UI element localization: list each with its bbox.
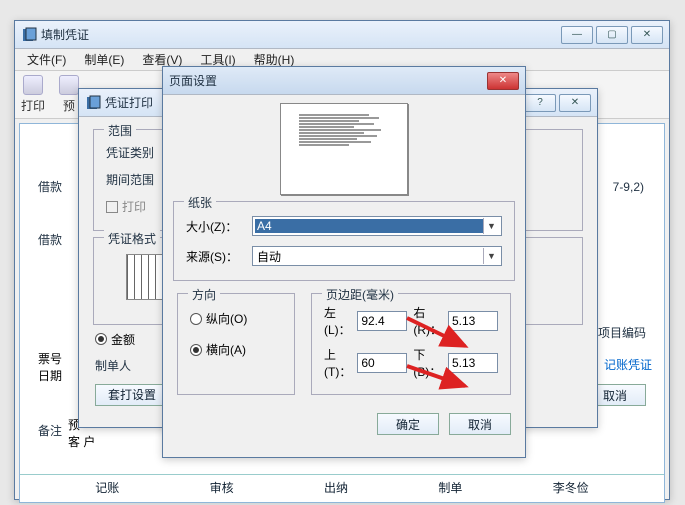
billno-label: 票号 [38, 352, 62, 366]
page-close-button[interactable]: ✕ [487, 72, 519, 90]
landscape-radio[interactable]: 横向(A) [190, 341, 246, 358]
print-close-button[interactable]: ✕ [559, 94, 591, 112]
app-icon [21, 27, 37, 43]
foot-make: 制单 [438, 479, 462, 496]
format-legend: 凭证格式 [104, 230, 160, 247]
period-label: 期间范围 [106, 171, 166, 188]
ok-button[interactable]: 确定 [377, 413, 439, 435]
printer-icon [23, 75, 43, 95]
page-title: 页面设置 [169, 72, 487, 89]
size-select[interactable]: A4 ▼ [252, 216, 502, 236]
amount-radio[interactable]: 金额 [95, 331, 135, 348]
print-help-button[interactable]: ? [524, 94, 556, 112]
memo-label: 备注 [38, 422, 62, 444]
foot-name[interactable]: 李冬俭 [553, 479, 589, 496]
range-code: 7-9,2) [613, 180, 644, 194]
top-label: 上(T)： [324, 346, 351, 380]
main-titlebar: 填制凭证 — ▢ ✕ [15, 21, 669, 49]
foot-post: 记账 [95, 479, 119, 496]
foot-audit: 审核 [210, 479, 234, 496]
source-label: 来源(S)： [186, 248, 252, 265]
portrait-radio[interactable]: 纵向(O) [190, 310, 247, 327]
right-label: 右(R)： [413, 304, 442, 338]
foot-cash: 出纳 [324, 479, 348, 496]
close-button[interactable]: ✕ [631, 26, 663, 44]
margin-fieldset: 页边距(毫米) 左(L)： 右(R)： 上(T)： 下(B)： [311, 293, 511, 395]
preview-icon [59, 75, 79, 95]
setprint-button[interactable]: 套打设置 [95, 384, 169, 406]
print-checkbox[interactable]: 打印 [106, 198, 146, 215]
top-input[interactable] [357, 353, 407, 373]
page-preview [280, 103, 408, 195]
footer-bar: 记账 审核 出纳 制单 李冬俭 [20, 474, 664, 500]
page-titlebar: 页面设置 ✕ [163, 67, 525, 95]
maker-label: 制单人 [95, 357, 155, 374]
left-label: 左(L)： [324, 304, 351, 338]
chevron-down-icon: ▼ [483, 218, 499, 234]
app-icon [85, 95, 101, 111]
proj-label: 项目编码 [598, 324, 646, 341]
right-input[interactable] [448, 311, 498, 331]
cancel-button[interactable]: 取消 [449, 413, 511, 435]
voucher-link[interactable]: 记账凭证 [604, 356, 652, 373]
maximize-button[interactable]: ▢ [596, 26, 628, 44]
tool-print[interactable]: 打印 [21, 75, 45, 114]
size-label: 大小(Z)： [186, 218, 252, 235]
type-label: 凭证类别 [106, 144, 166, 161]
orient-fieldset: 方向 纵向(O) 横向(A) [177, 293, 295, 395]
main-title: 填制凭证 [41, 26, 561, 43]
cust-b: 客 户 [68, 433, 95, 450]
tool-preview[interactable]: 预 [59, 75, 79, 114]
minimize-button[interactable]: — [561, 26, 593, 44]
bottom-input[interactable] [448, 353, 498, 373]
margin-legend: 页边距(毫米) [322, 286, 398, 303]
left-input[interactable] [357, 311, 407, 331]
date-label: 日期 [38, 369, 62, 383]
page-setup-dialog: 页面设置 ✕ 纸张 大小(Z)： A4 ▼ 来源(S)： 自动 ▼ 方向 纵向(… [162, 66, 526, 458]
range-legend: 范围 [104, 122, 136, 139]
chevron-down-icon: ▼ [483, 248, 499, 264]
menu-file[interactable]: 文件(F) [19, 49, 74, 70]
bottom-label: 下(B)： [413, 346, 442, 380]
orient-legend: 方向 [188, 286, 220, 303]
paper-fieldset: 纸张 大小(Z)： A4 ▼ 来源(S)： 自动 ▼ [173, 201, 515, 281]
source-select[interactable]: 自动 ▼ [252, 246, 502, 266]
menu-make[interactable]: 制单(E) [76, 49, 132, 70]
paper-legend: 纸张 [184, 194, 216, 211]
